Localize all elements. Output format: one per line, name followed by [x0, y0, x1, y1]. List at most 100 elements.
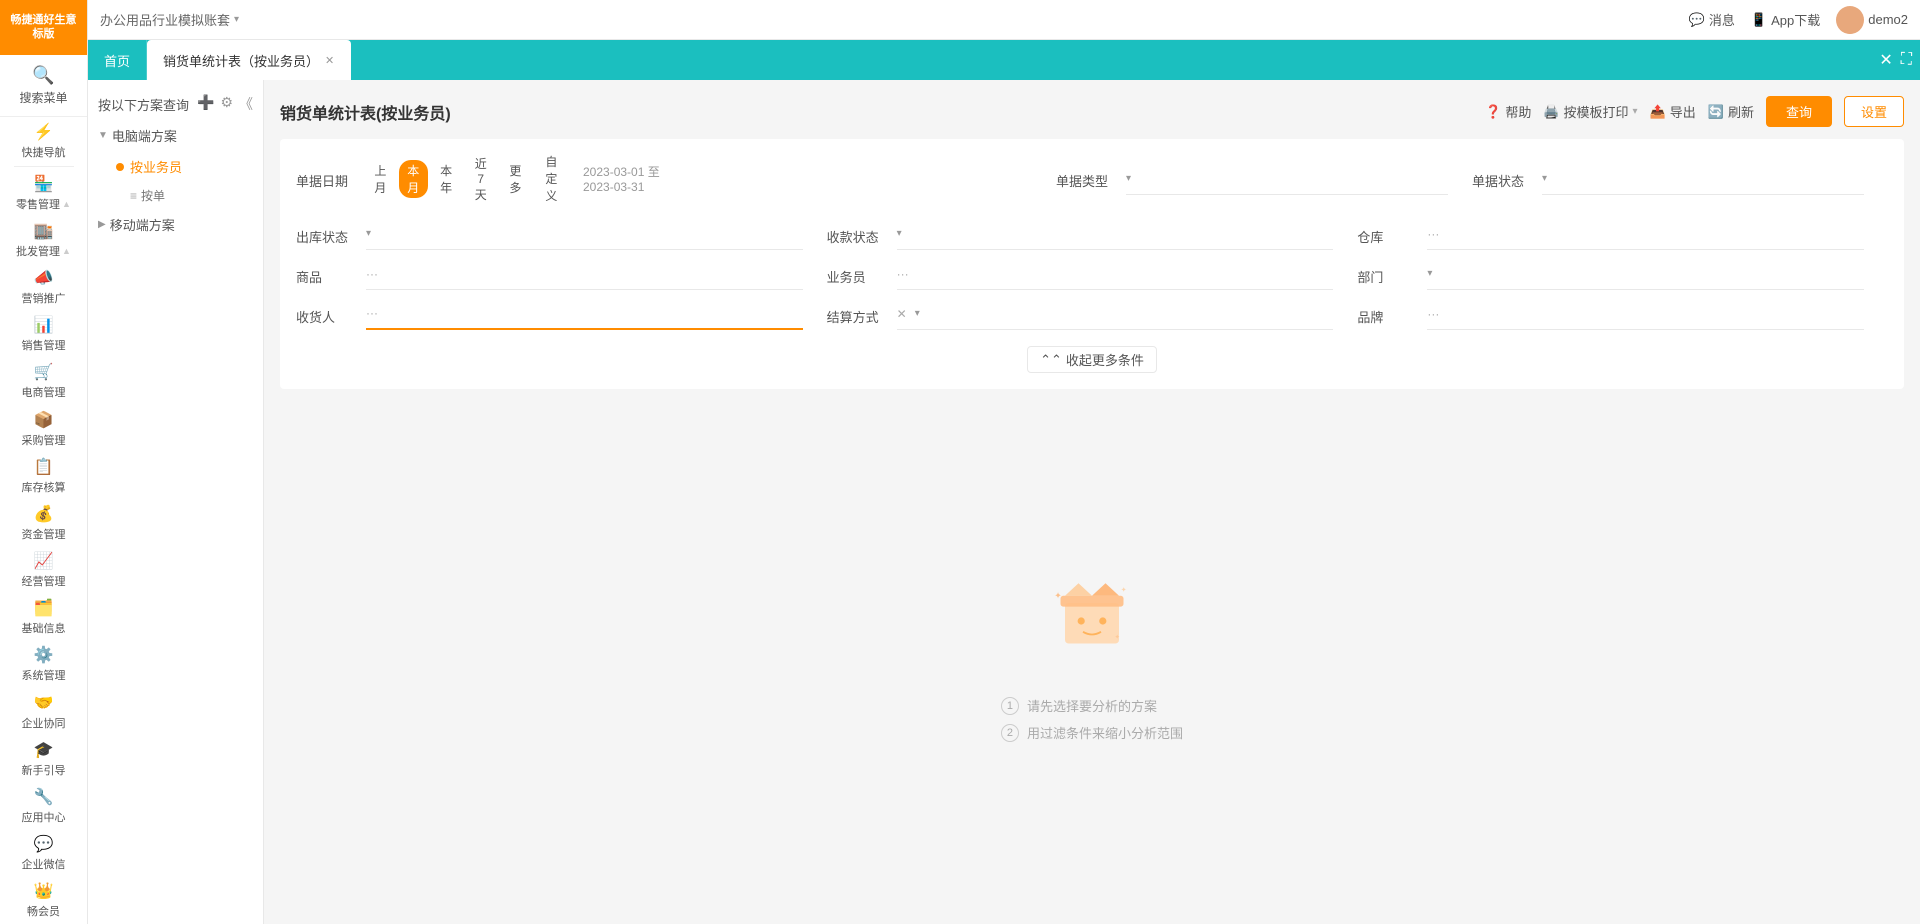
salesperson-field[interactable]: ···	[897, 262, 1334, 290]
finance-label: 资金管理	[22, 526, 66, 542]
export-label: 导出	[1670, 102, 1696, 121]
company-label: 企业协同	[22, 715, 66, 731]
sidebar-item-system[interactable]: ⚙️ 系统管理	[0, 641, 88, 688]
warehouse-field[interactable]: ···	[1427, 222, 1864, 250]
hint-num-1: 1	[1001, 697, 1019, 715]
user-profile-button[interactable]: demo2	[1836, 6, 1908, 34]
system-label: 系统管理	[22, 667, 66, 683]
tab-home[interactable]: 首页	[88, 40, 147, 80]
sidebar-item-basic[interactable]: 🗂️ 基础信息	[0, 594, 88, 641]
tab-close-icon[interactable]: ✕	[325, 54, 334, 67]
panel-add-button[interactable]: ➕	[197, 94, 214, 114]
sidebar-item-operation[interactable]: 📈 经营管理	[0, 547, 88, 594]
panel-settings-button[interactable]: ⚙	[220, 94, 233, 114]
recipient-field[interactable]: ···	[366, 302, 803, 330]
sidebar-item-ecommerce[interactable]: 🛒 电商管理	[0, 358, 88, 405]
panel-header-label: 按以下方案查询	[98, 95, 189, 114]
sidebar-item-quicknav[interactable]: ⚡ 快捷导航	[0, 117, 88, 164]
doctype-field[interactable]: ▾	[1126, 167, 1448, 195]
panel-collapse-button[interactable]: 《	[239, 94, 253, 114]
date-btn-lastmonth[interactable]: 上月	[366, 160, 395, 198]
app-logo[interactable]: 畅捷通好生意标版	[0, 0, 88, 55]
sidebar-item-member[interactable]: 👑 畅会员	[0, 877, 88, 924]
tab-report[interactable]: 销货单统计表（按业务员） ✕	[147, 40, 351, 80]
date-btn-custom[interactable]: 自定义	[534, 151, 569, 206]
page-title: 销货单统计表(按业务员)	[280, 100, 451, 124]
date-btn-thisyear[interactable]: 本年	[432, 160, 461, 198]
empty-hint-2: 2 用过滤条件来缩小分析范围	[1001, 723, 1183, 742]
section-desktop-arrow: ▼	[98, 130, 108, 141]
system-icon: ⚙️	[34, 645, 54, 665]
section-desktop-title[interactable]: ▼ 电脑端方案	[88, 120, 263, 151]
product-field[interactable]: ···	[366, 262, 803, 290]
outstatus-field[interactable]: ▾	[366, 222, 803, 250]
settings-button[interactable]: 设置	[1844, 96, 1904, 127]
download-label: App下载	[1771, 10, 1820, 29]
receiptstatus-label: 收款状态	[827, 227, 897, 246]
purchase-icon: 📦	[34, 410, 54, 430]
search-menu[interactable]: 🔍 搜索菜单	[0, 55, 88, 117]
sidebar-item-wholesale[interactable]: 🏬 批发管理 ▲	[0, 216, 88, 263]
print-button[interactable]: 🖨️ 按模板打印 ▾	[1543, 102, 1637, 121]
refresh-button[interactable]: 🔄 刷新	[1708, 102, 1754, 121]
filter-row-3: 商品 ··· 业务员 ··· 部门 ▾	[296, 262, 1888, 290]
warehouse-label: 仓库	[1357, 227, 1427, 246]
sidebar-item-corpwechat[interactable]: 💬 企业微信	[0, 830, 88, 877]
product-more-icon: ···	[366, 267, 378, 281]
section-mobile-title[interactable]: ▶ 移动端方案	[88, 209, 263, 240]
ecommerce-label: 电商管理	[22, 384, 66, 400]
message-button[interactable]: 💬 消息	[1689, 10, 1735, 29]
settlement-clear-icon[interactable]: ✕	[897, 307, 907, 321]
content-area: 按以下方案查询 ➕ ⚙ 《 ▼ 电脑端方案 按业务员 ≡ 按单	[88, 80, 1920, 924]
collapse-button[interactable]: ⌃⌃ 收起更多条件	[1027, 346, 1157, 373]
svg-text:✦: ✦	[1115, 634, 1120, 641]
query-button[interactable]: 查询	[1766, 96, 1832, 127]
sidebar-item-marketing[interactable]: 📣 营销推广	[0, 264, 88, 311]
empty-hint-1: 1 请先选择要分析的方案	[1001, 696, 1183, 715]
panel-sub-item-order-label: 按单	[141, 187, 165, 204]
outstatus-arrow-icon: ▾	[366, 228, 371, 239]
sidebar-item-purchase[interactable]: 📦 采购管理	[0, 405, 88, 452]
member-icon: 👑	[34, 881, 54, 901]
sidebar-item-newbie[interactable]: 🎓 新手引导	[0, 735, 88, 782]
panel-sub-item-order[interactable]: ≡ 按单	[88, 182, 263, 209]
sidebar: 畅捷通好生意标版 🔍 搜索菜单 ⚡ 快捷导航 🏪 零售管理 ▲ 🏬 批发管理 ▲…	[0, 0, 88, 924]
sidebar-item-sales[interactable]: 📊 销售管理	[0, 311, 88, 358]
maximize-icon[interactable]: ⛶	[1901, 51, 1912, 69]
export-button[interactable]: 📤 导出	[1650, 102, 1696, 121]
sidebar-item-retail[interactable]: 🏪 零售管理 ▲	[0, 169, 88, 216]
date-btn-thismonth[interactable]: 本月	[399, 160, 428, 198]
sidebar-item-appcenter[interactable]: 🔧 应用中心	[0, 782, 88, 829]
quicknav-label: 快捷导航	[22, 144, 66, 160]
settlement-field[interactable]: ✕ ▾	[897, 302, 1334, 330]
docstatus-field[interactable]: ▾	[1542, 167, 1864, 195]
inventory-icon: 📋	[34, 457, 54, 477]
newbie-label: 新手引导	[22, 762, 66, 778]
empty-hints: 1 请先选择要分析的方案 2 用过滤条件来缩小分析范围	[1001, 696, 1183, 742]
department-field[interactable]: ▾	[1427, 262, 1864, 290]
panel-header-actions: ➕ ⚙ 《	[197, 94, 253, 114]
help-button[interactable]: ❓ 帮助	[1485, 102, 1531, 121]
date-range-value: 2023-03-01 至 2023-03-31	[583, 163, 686, 194]
operation-icon: 📈	[34, 551, 54, 571]
sidebar-item-finance[interactable]: 💰 资金管理	[0, 499, 88, 546]
date-btn-more[interactable]: 更多	[501, 160, 530, 198]
receiptstatus-field[interactable]: ▾	[897, 222, 1334, 250]
settlement-label: 结算方式	[827, 307, 897, 326]
app-download-button[interactable]: 📱 App下载	[1751, 10, 1820, 29]
operation-label: 经营管理	[22, 573, 66, 589]
brand-field[interactable]: ···	[1427, 302, 1864, 330]
inventory-label: 库存核算	[22, 479, 66, 495]
close-window-icon[interactable]: ✕	[1879, 50, 1892, 70]
quicknav-icon: ⚡	[34, 122, 54, 142]
empty-illustration: ✦ ✦ ✦	[1047, 567, 1137, 676]
panel-item-salesperson[interactable]: 按业务员	[88, 151, 263, 182]
refresh-icon: 🔄	[1708, 104, 1724, 120]
collapse-label: 收起更多条件	[1066, 350, 1144, 369]
wholesale-icon: 🏬	[34, 221, 54, 241]
sidebar-item-inventory[interactable]: 📋 库存核算	[0, 452, 88, 499]
date-btn-7days[interactable]: 近7天	[465, 153, 497, 205]
sidebar-item-company[interactable]: 🤝 企业协同	[0, 688, 88, 735]
user-name: demo2	[1868, 12, 1908, 27]
date-field[interactable]: 上月 本月 本年 近7天 更多 自定义 2023-03-01 至 2023-03…	[366, 151, 686, 210]
